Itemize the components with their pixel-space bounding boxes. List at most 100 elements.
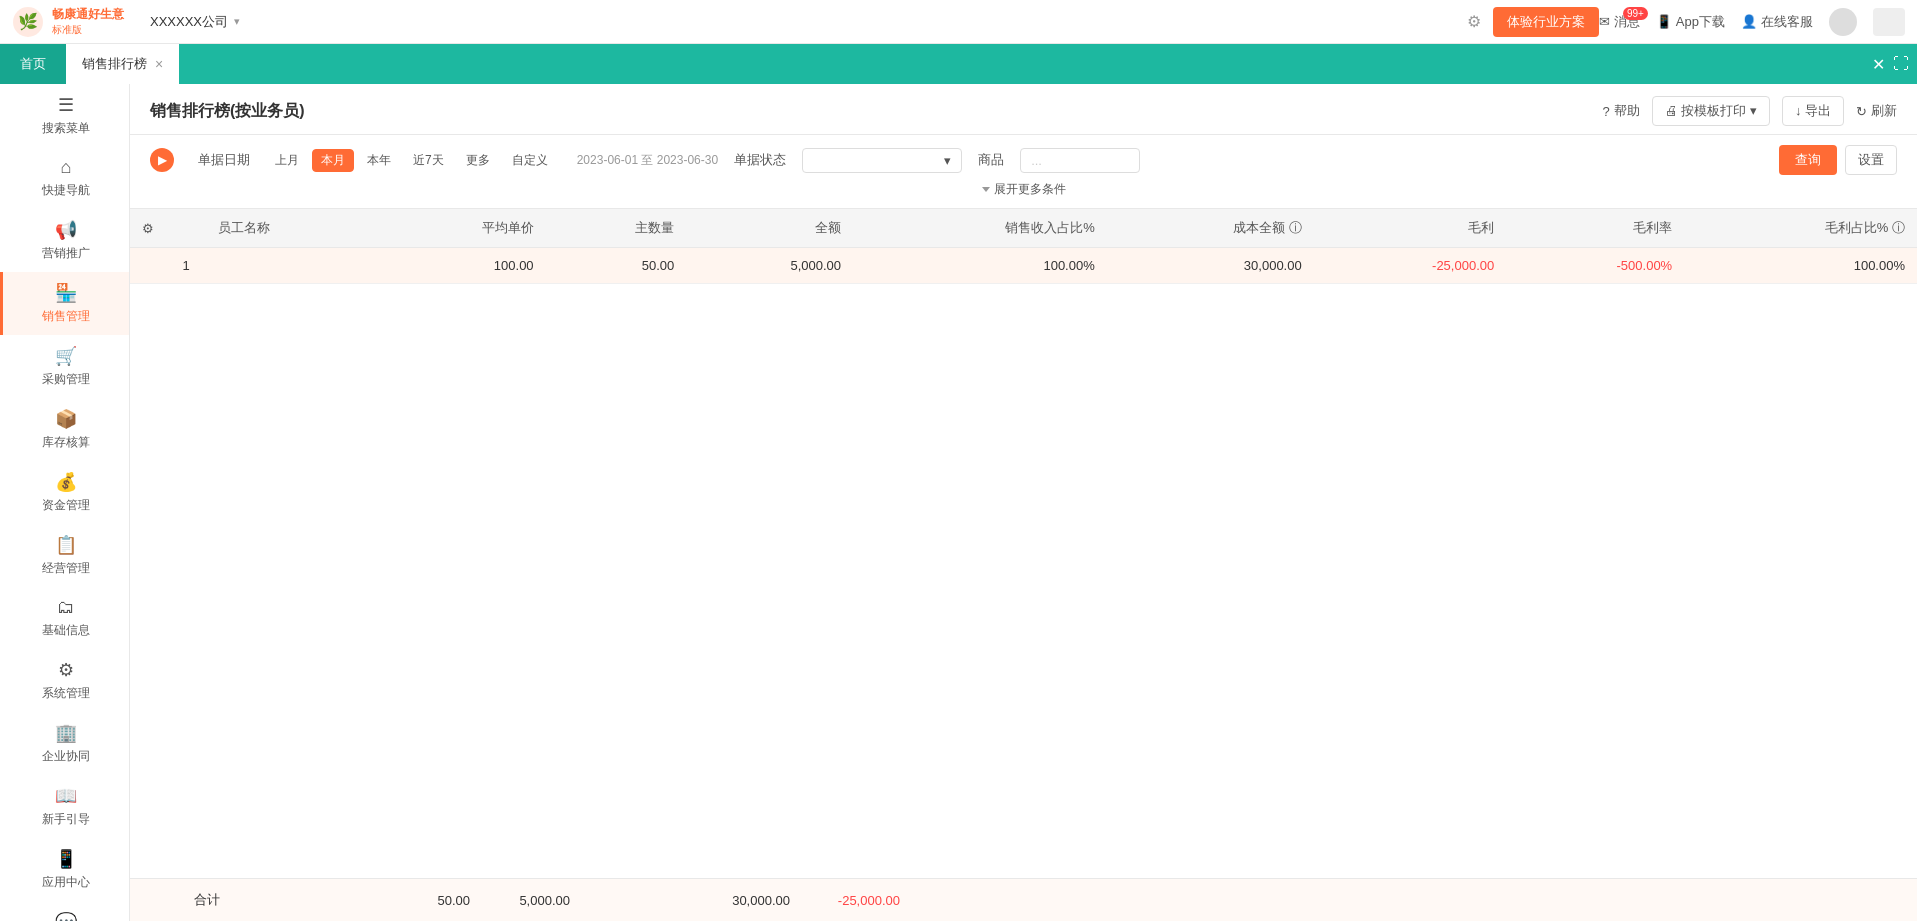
sidebar-item-label: 销售管理	[42, 308, 90, 325]
refresh-button[interactable]: ↻ 刷新	[1856, 102, 1897, 120]
sidebar-item-finance[interactable]: 💰 资金管理	[0, 461, 129, 524]
sidebar-item-quicknav[interactable]: ⌂ 快捷导航	[0, 147, 129, 209]
settings-icon[interactable]: ⚙	[1463, 8, 1485, 35]
chevron-down-icon: ▾	[1750, 103, 1757, 118]
system-icon: ⚙	[58, 659, 74, 681]
sidebar-item-system[interactable]: ⚙ 系统管理	[0, 649, 129, 712]
footer-cost-amount: 30,000.00	[692, 889, 802, 912]
this-month-button[interactable]: 本月	[312, 149, 354, 172]
footer-qty: 50.00	[402, 889, 482, 912]
template-print-label: 按模板打印	[1681, 103, 1746, 118]
expand-more-button[interactable]: 展开更多条件	[982, 181, 1066, 198]
expand-row: 展开更多条件	[150, 181, 1897, 198]
th-avg-price: 平均单价	[376, 209, 546, 248]
close-window-button[interactable]: ✕	[1872, 55, 1885, 74]
headset-icon: 👤	[1741, 14, 1757, 29]
tab-home[interactable]: 首页	[0, 44, 66, 84]
more-date-button[interactable]: 更多	[457, 149, 499, 172]
top-bar: 🌿 畅康通好生意 标准版 XXXXXX公司 ▾ ⚙ 体验行业方案 ✉ 消息 99…	[0, 0, 1917, 44]
inventory-icon: 📦	[55, 408, 77, 430]
td-employee	[206, 248, 376, 284]
page-title: 销售排行榜(按业务员)	[150, 101, 305, 122]
sidebar-item-label: 企业协同	[42, 748, 90, 765]
sidebar-item-guide[interactable]: 📖 新手引导	[0, 775, 129, 838]
this-year-button[interactable]: 本年	[358, 149, 400, 172]
sidebar-item-marketing[interactable]: 📢 营销推广	[0, 209, 129, 272]
home-icon: ⌂	[61, 157, 72, 178]
last-7-days-button[interactable]: 近7天	[404, 149, 453, 172]
export-button[interactable]: ↓ 导出	[1782, 96, 1844, 126]
td-settings	[130, 248, 166, 284]
export-icon: ↓	[1795, 103, 1802, 118]
goods-input[interactable]: ...	[1020, 148, 1140, 173]
refresh-icon: ↻	[1856, 104, 1867, 119]
footer-amount: 5,000.00	[482, 889, 582, 912]
query-button[interactable]: 查询	[1779, 145, 1837, 175]
td-avg-price: 100.00	[376, 248, 546, 284]
page-actions: ? 帮助 🖨 按模板打印 ▾ ↓ 导出 ↻ 刷新	[1602, 96, 1897, 126]
sidebar-item-label: 采购管理	[42, 371, 90, 388]
sidebar-item-label: 新手引导	[42, 811, 90, 828]
status-select[interactable]: ▾	[802, 148, 962, 173]
th-settings[interactable]: ⚙	[130, 209, 166, 248]
footer-total-label: 合计	[182, 887, 302, 913]
enterprise-icon: 🏢	[55, 722, 77, 744]
footer-label	[142, 896, 182, 904]
sidebar-item-label: 库存核算	[42, 434, 90, 451]
sidebar-item-enterprise[interactable]: 🏢 企业协同	[0, 712, 129, 775]
help-label: 帮助	[1614, 102, 1640, 120]
operations-icon: 📋	[55, 534, 77, 556]
chevron-down-icon: ▾	[234, 15, 240, 28]
user-avatar[interactable]	[1829, 8, 1857, 36]
user-name[interactable]	[1873, 8, 1905, 36]
th-gross-ratio: 毛利占比% ⓘ	[1684, 209, 1917, 248]
td-rank: 1	[166, 248, 206, 284]
sidebar-item-basicinfo[interactable]: 🗂 基础信息	[0, 587, 129, 649]
trial-button[interactable]: 体验行业方案	[1493, 7, 1599, 37]
td-sales-ratio: 100.00%	[853, 248, 1107, 284]
tab-close-button[interactable]: ×	[155, 56, 163, 72]
export-label: 导出	[1805, 103, 1831, 118]
help-icon: ?	[1602, 104, 1609, 119]
sidebar-item-appcenter[interactable]: 📱 应用中心	[0, 838, 129, 901]
td-amount: 5,000.00	[686, 248, 853, 284]
help-button[interactable]: ? 帮助	[1602, 102, 1639, 120]
sidebar-item-purchase[interactable]: 🛒 采购管理	[0, 335, 129, 398]
footer-gross: -25,000.00	[802, 889, 912, 912]
phone-icon: 📱	[1656, 14, 1672, 29]
custom-date-button[interactable]: 自定义	[503, 149, 557, 172]
td-cost-amount: 30,000.00	[1107, 248, 1314, 284]
message-icon: ✉	[1599, 14, 1610, 29]
sidebar-item-inventory[interactable]: 📦 库存核算	[0, 398, 129, 461]
filter-toggle-button[interactable]: ▶	[150, 148, 174, 172]
settings-button[interactable]: 设置	[1845, 145, 1897, 175]
sidebar-item-label: 资金管理	[42, 497, 90, 514]
th-rank	[166, 209, 206, 248]
maximize-button[interactable]: ⛶	[1893, 55, 1909, 73]
page-header: 销售排行榜(按业务员) ? 帮助 🖨 按模板打印 ▾ ↓ 导出 ↻ 刷新	[130, 84, 1917, 135]
last-month-button[interactable]: 上月	[266, 149, 308, 172]
template-print-button[interactable]: 🖨 按模板打印 ▾	[1652, 96, 1770, 126]
online-service-button[interactable]: 👤 在线客服	[1741, 13, 1813, 31]
svg-text:🌿: 🌿	[18, 12, 38, 31]
sidebar-item-sales[interactable]: 🏪 销售管理	[0, 272, 129, 335]
guide-icon: 📖	[55, 785, 77, 807]
tab-sales-ranking[interactable]: 销售排行榜 ×	[66, 44, 179, 84]
sales-ranking-table: ⚙ 员工名称 平均单价 主数量 全额 销售收入占比% 成本全额 ⓘ 毛利 毛利率…	[130, 209, 1917, 284]
sidebar-item-label: 经营管理	[42, 560, 90, 577]
sidebar-item-operations[interactable]: 📋 经营管理	[0, 524, 129, 587]
footer-sales-ratio	[582, 896, 692, 904]
goods-filter-label: 商品	[978, 151, 1004, 169]
company-selector[interactable]: XXXXXX公司 ▾	[150, 13, 1463, 31]
app-download-button[interactable]: 📱 App下载	[1656, 13, 1725, 31]
sidebar-item-wechat[interactable]: 💬 企业微信	[0, 901, 129, 921]
message-button[interactable]: ✉ 消息 99+	[1599, 13, 1640, 31]
marketing-icon: 📢	[55, 219, 77, 241]
status-filter-label: 单据状态	[734, 151, 786, 169]
finance-icon: 💰	[55, 471, 77, 493]
td-qty: 50.00	[546, 248, 687, 284]
expand-label: 展开更多条件	[994, 181, 1066, 198]
date-filter-label: 单据日期	[198, 151, 250, 169]
sidebar-item-search[interactable]: ☰ 搜索菜单	[0, 84, 129, 147]
table-header-row: ⚙ 员工名称 平均单价 主数量 全额 销售收入占比% 成本全额 ⓘ 毛利 毛利率…	[130, 209, 1917, 248]
